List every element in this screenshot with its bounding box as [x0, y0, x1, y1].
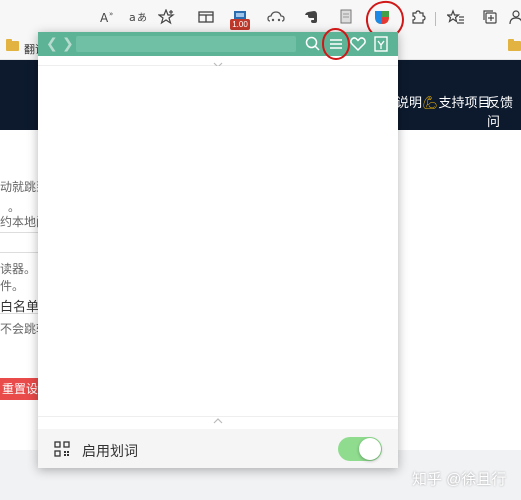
nav-link-help[interactable]: 说明: [396, 92, 422, 111]
search-input[interactable]: [76, 36, 296, 52]
forward-arrow-icon[interactable]: ❯: [62, 35, 74, 52]
nav-link-feedback[interactable]: 反馈问: [487, 92, 521, 130]
enable-selection-toggle[interactable]: [338, 437, 382, 461]
profile-icon[interactable]: [507, 8, 521, 26]
cloud-sync-icon[interactable]: [267, 8, 285, 26]
svg-text:a: a: [129, 11, 136, 24]
input-underline: [0, 252, 40, 253]
watermark: 知乎 @徐且行: [412, 471, 507, 488]
collections-icon[interactable]: [481, 8, 499, 26]
back-arrow-icon[interactable]: ❮: [46, 35, 58, 52]
read-aloud-icon[interactable]: A»: [99, 8, 117, 26]
dictionary-icon[interactable]: [372, 35, 390, 53]
popup-content-area: [38, 66, 398, 416]
heart-icon[interactable]: [349, 35, 367, 53]
muscle-icon: 💪︎: [422, 95, 439, 110]
reading-mode-icon[interactable]: [197, 8, 215, 26]
book-icon[interactable]: [337, 8, 355, 26]
favorites-list-icon[interactable]: [447, 8, 465, 26]
svg-text:»: »: [109, 10, 113, 18]
favorites-star-icon[interactable]: [158, 8, 176, 26]
folder-icon[interactable]: [508, 39, 521, 51]
collapse-panel-top[interactable]: [38, 56, 398, 68]
svg-text:A: A: [100, 11, 109, 24]
reset-settings-button[interactable]: 重置设定: [0, 378, 40, 418]
input-underline: [0, 232, 40, 233]
enable-selection-label: 启用划词: [82, 443, 138, 459]
puzzle-icon[interactable]: [409, 8, 427, 26]
nav-link-support[interactable]: 💪︎支持项目: [422, 92, 491, 111]
popup-footer: 启用划词: [38, 429, 398, 468]
input-underline: [0, 313, 40, 314]
toolbar-separator: [435, 12, 436, 26]
browser-toolbar: A» aあ 1.00: [0, 0, 521, 42]
extension-badge: 1.00: [230, 19, 250, 30]
search-icon[interactable]: [304, 35, 322, 53]
toggle-knob: [359, 438, 381, 460]
qr-code-icon[interactable]: [54, 441, 70, 457]
chevron-up-icon: [213, 418, 223, 424]
extension-popup: ❮ ❯ 启用划词: [38, 28, 398, 468]
page-text-line: 件。: [0, 279, 25, 293]
svg-text:あ: あ: [137, 12, 147, 24]
evernote-icon[interactable]: [303, 8, 321, 26]
collapse-panel-bottom[interactable]: [38, 416, 398, 426]
page-text-line: 读器。: [0, 262, 37, 276]
translate-icon[interactable]: aあ: [129, 8, 147, 26]
popup-header: ❮ ❯: [38, 28, 398, 60]
folder-icon[interactable]: [6, 39, 19, 51]
